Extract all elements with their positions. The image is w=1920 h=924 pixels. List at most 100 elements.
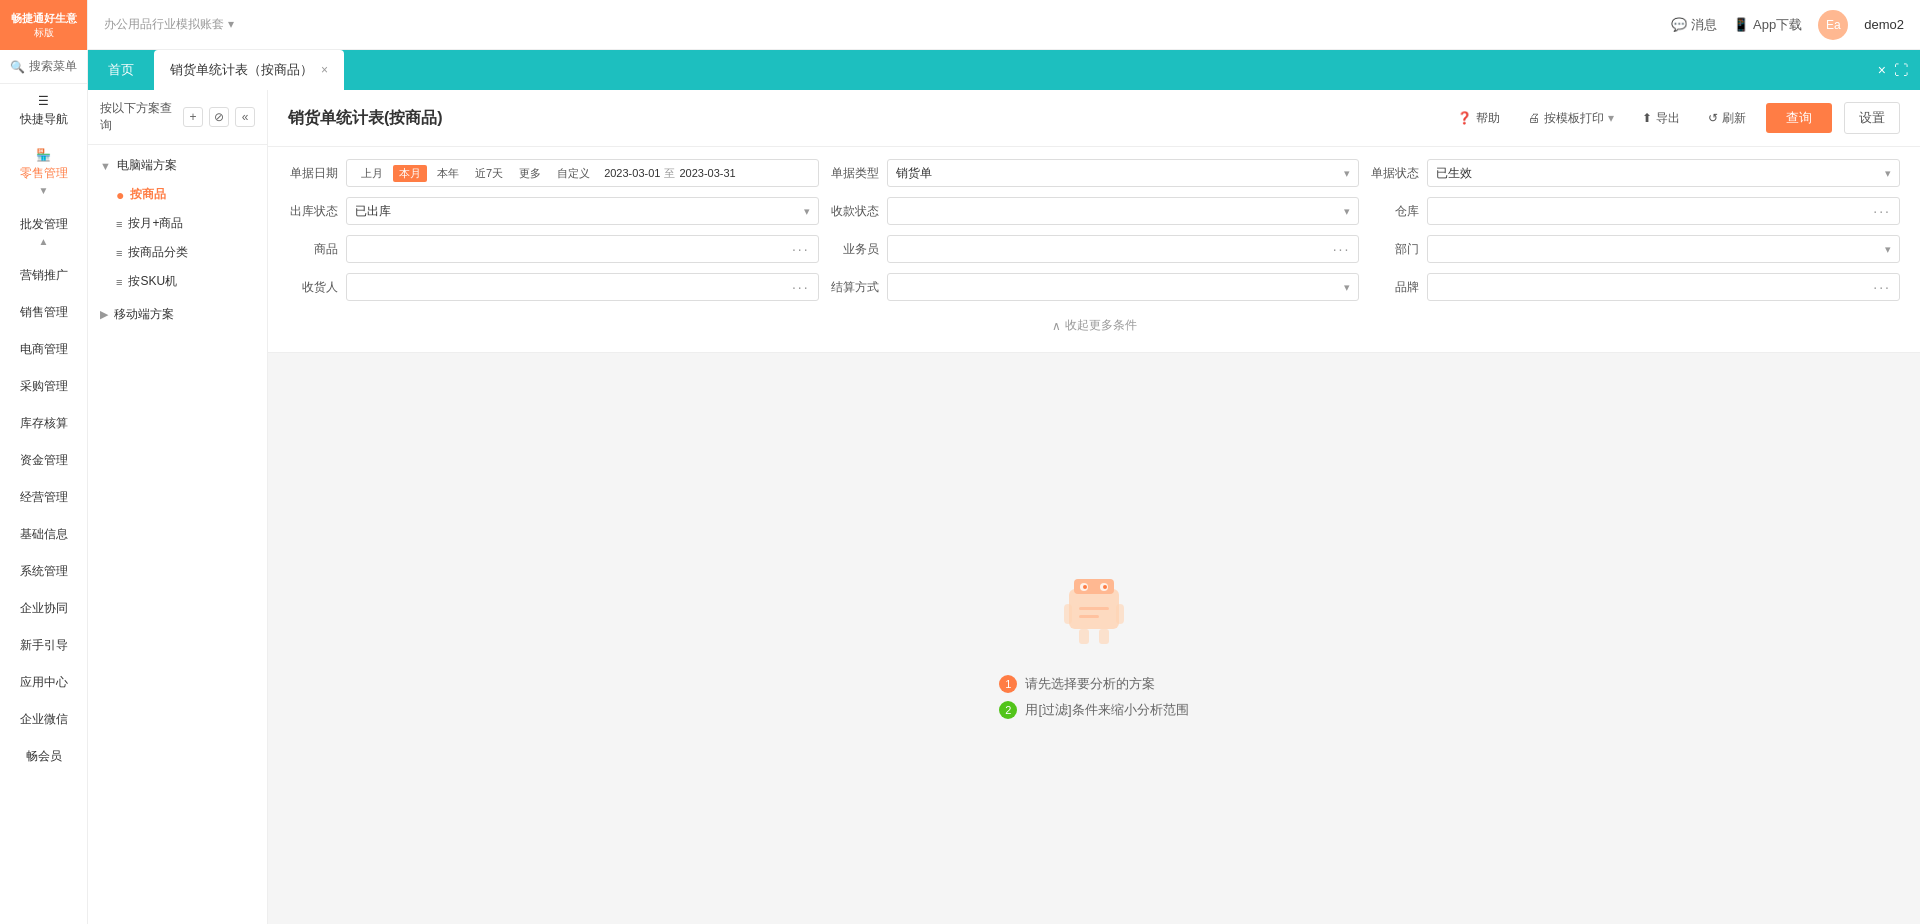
app-download-btn[interactable]: 📱 App下载 (1733, 16, 1802, 34)
product-control[interactable]: ··· (346, 235, 819, 263)
date-label: 单据日期 (288, 165, 338, 182)
brand-dots[interactable]: ··· (1873, 279, 1891, 295)
by-product-label: 按商品 (130, 186, 166, 203)
empty-steps: 1 请先选择要分析的方案 2 用[过滤]条件来缩小分析范围 (999, 675, 1188, 719)
payment-control[interactable]: ▾ (887, 273, 1360, 301)
product-dots[interactable]: ··· (792, 241, 810, 257)
sidebar-item-newuser[interactable]: 新手引导 (0, 627, 87, 664)
date-control[interactable]: 上月 本月 本年 近7天 更多 自定义 2023-03-01 至 2023-03… (346, 159, 819, 187)
sidebar-item-inventory[interactable]: 库存核算 (0, 405, 87, 442)
refresh-label: 刷新 (1722, 110, 1746, 127)
date-tag-more[interactable]: 更多 (513, 165, 547, 182)
step1-text: 请先选择要分析的方案 (1025, 675, 1155, 693)
salesperson-dots[interactable]: ··· (1333, 241, 1351, 257)
date-tag-7days[interactable]: 近7天 (469, 165, 509, 182)
print-btn[interactable]: 🖨 按模板打印 ▾ (1520, 106, 1622, 131)
empty-step-2: 2 用[过滤]条件来缩小分析范围 (999, 701, 1188, 719)
svg-rect-8 (1064, 604, 1072, 624)
department-filter: 部门 ▾ (1369, 235, 1900, 263)
sidebar-item-marketing[interactable]: 营销推广 (0, 257, 87, 294)
doc-type-control[interactable]: 销货单 ▾ (887, 159, 1360, 187)
filter-row-3: 商品 ··· 业务员 ··· (288, 235, 1900, 263)
sidebar-item-sales[interactable]: 销售管理 (0, 294, 87, 331)
sidebar-item-appcenter[interactable]: 应用中心 (0, 664, 87, 701)
sidebar-item-basic[interactable]: 基础信息 (0, 516, 87, 553)
salesperson-control[interactable]: ··· (887, 235, 1360, 263)
receiver-control[interactable]: ··· (346, 273, 819, 301)
date-tag-custom[interactable]: 自定义 (551, 165, 596, 182)
sidebar-item-member[interactable]: 畅会员 (0, 738, 87, 775)
procurement-label: 采购管理 (20, 378, 68, 395)
main-content: 办公用品行业模拟账套 ▾ 💬 消息 📱 App下载 Ea demo2 首页 销货… (88, 0, 1920, 924)
dropdown-arrow[interactable]: ▾ (228, 17, 234, 31)
message-btn[interactable]: 💬 消息 (1671, 16, 1717, 34)
tree-item-by-category[interactable]: ≡ 按商品分类 (88, 238, 267, 267)
basic-label: 基础信息 (20, 526, 68, 543)
out-status-control[interactable]: 已出库 ▾ (346, 197, 819, 225)
sidebar-item-wechat[interactable]: 企业微信 (0, 701, 87, 738)
sidebar-item-system[interactable]: 系统管理 (0, 553, 87, 590)
add-scheme-btn[interactable]: + (183, 107, 203, 127)
quick-nav-icon: ☰ (38, 94, 49, 108)
date-range-sep: 至 (664, 166, 675, 181)
sidebar-item-enterprise[interactable]: 企业协同 (0, 590, 87, 627)
sidebar-item-ecommerce[interactable]: 电商管理 (0, 331, 87, 368)
avatar-text: Ea (1826, 18, 1841, 32)
tab-close-btn[interactable]: × (321, 63, 328, 77)
warehouse-control[interactable]: ··· (1427, 197, 1900, 225)
tree-desktop-group[interactable]: ▼ 电脑端方案 (88, 151, 267, 180)
finance-label: 资金管理 (20, 452, 68, 469)
department-control[interactable]: ▾ (1427, 235, 1900, 263)
export-label: 导出 (1656, 110, 1680, 127)
logo-subtext: 标版 (34, 26, 54, 40)
doc-type-label: 单据类型 (829, 165, 879, 182)
sidebar-item-quick-nav[interactable]: ☰ 快捷导航 (0, 84, 87, 138)
sidebar-search[interactable]: 🔍 搜索菜单 (0, 50, 87, 84)
export-btn[interactable]: ⬆ 导出 (1634, 106, 1688, 131)
appcenter-label: 应用中心 (20, 674, 68, 691)
active-tab[interactable]: 销货单统计表（按商品） × (154, 50, 344, 90)
product-filter: 商品 ··· (288, 235, 819, 263)
sidebar-item-procurement[interactable]: 采购管理 (0, 368, 87, 405)
receiver-label: 收货人 (288, 279, 338, 296)
settings-btn[interactable]: 设置 (1844, 102, 1900, 134)
warehouse-dots[interactable]: ··· (1873, 203, 1891, 219)
home-label: 首页 (108, 61, 134, 79)
active-tab-label: 销货单统计表（按商品） (170, 61, 313, 79)
date-tag-last-month[interactable]: 上月 (355, 165, 389, 182)
receipt-status-control[interactable]: ▾ (887, 197, 1360, 225)
help-btn[interactable]: ❓ 帮助 (1449, 106, 1508, 131)
sidebar-item-wholesale[interactable]: 批发管理 ▲ (0, 206, 87, 257)
step1-num: 1 (999, 675, 1017, 693)
tree-mobile-group[interactable]: ▶ 移动端方案 (88, 300, 267, 329)
maximize-btn[interactable]: ⛶ (1894, 62, 1908, 78)
quick-nav-label: 快捷导航 (20, 111, 68, 128)
sidebar-item-operations[interactable]: 经营管理 (0, 479, 87, 516)
sidebar-item-retail[interactable]: 🏪 零售管理 ▼ (0, 138, 87, 206)
query-btn[interactable]: 查询 (1766, 103, 1832, 133)
tree-item-by-sku[interactable]: ≡ 按SKU机 (88, 267, 267, 296)
date-tags: 上月 本月 本年 近7天 更多 自定义 (355, 165, 596, 182)
empty-icon (1044, 559, 1144, 659)
tree-item-by-product[interactable]: ● 按商品 (88, 180, 267, 209)
tree-item-by-month-product[interactable]: ≡ 按月+商品 (88, 209, 267, 238)
doc-status-label: 单据状态 (1369, 165, 1419, 182)
home-tab[interactable]: 首页 (88, 50, 154, 90)
edit-scheme-btn[interactable]: ⊘ (209, 107, 229, 127)
out-status-filter: 出库状态 已出库 ▾ (288, 197, 819, 225)
user-avatar[interactable]: Ea (1818, 10, 1848, 40)
refresh-btn[interactable]: ↺ 刷新 (1700, 106, 1754, 131)
svg-rect-1 (1074, 579, 1114, 594)
date-tag-this-year[interactable]: 本年 (431, 165, 465, 182)
minimize-btn[interactable]: × (1878, 62, 1886, 78)
doc-status-control[interactable]: 已生效 ▾ (1427, 159, 1900, 187)
collapse-panel-btn[interactable]: « (235, 107, 255, 127)
receiver-dots[interactable]: ··· (792, 279, 810, 295)
date-tag-this-month[interactable]: 本月 (393, 165, 427, 182)
brand-control[interactable]: ··· (1427, 273, 1900, 301)
receiver-filter: 收货人 ··· (288, 273, 819, 301)
collapse-bar[interactable]: ∧ 收起更多条件 (288, 311, 1900, 340)
inventory-label: 库存核算 (20, 415, 68, 432)
operations-label: 经营管理 (20, 489, 68, 506)
sidebar-item-finance[interactable]: 资金管理 (0, 442, 87, 479)
